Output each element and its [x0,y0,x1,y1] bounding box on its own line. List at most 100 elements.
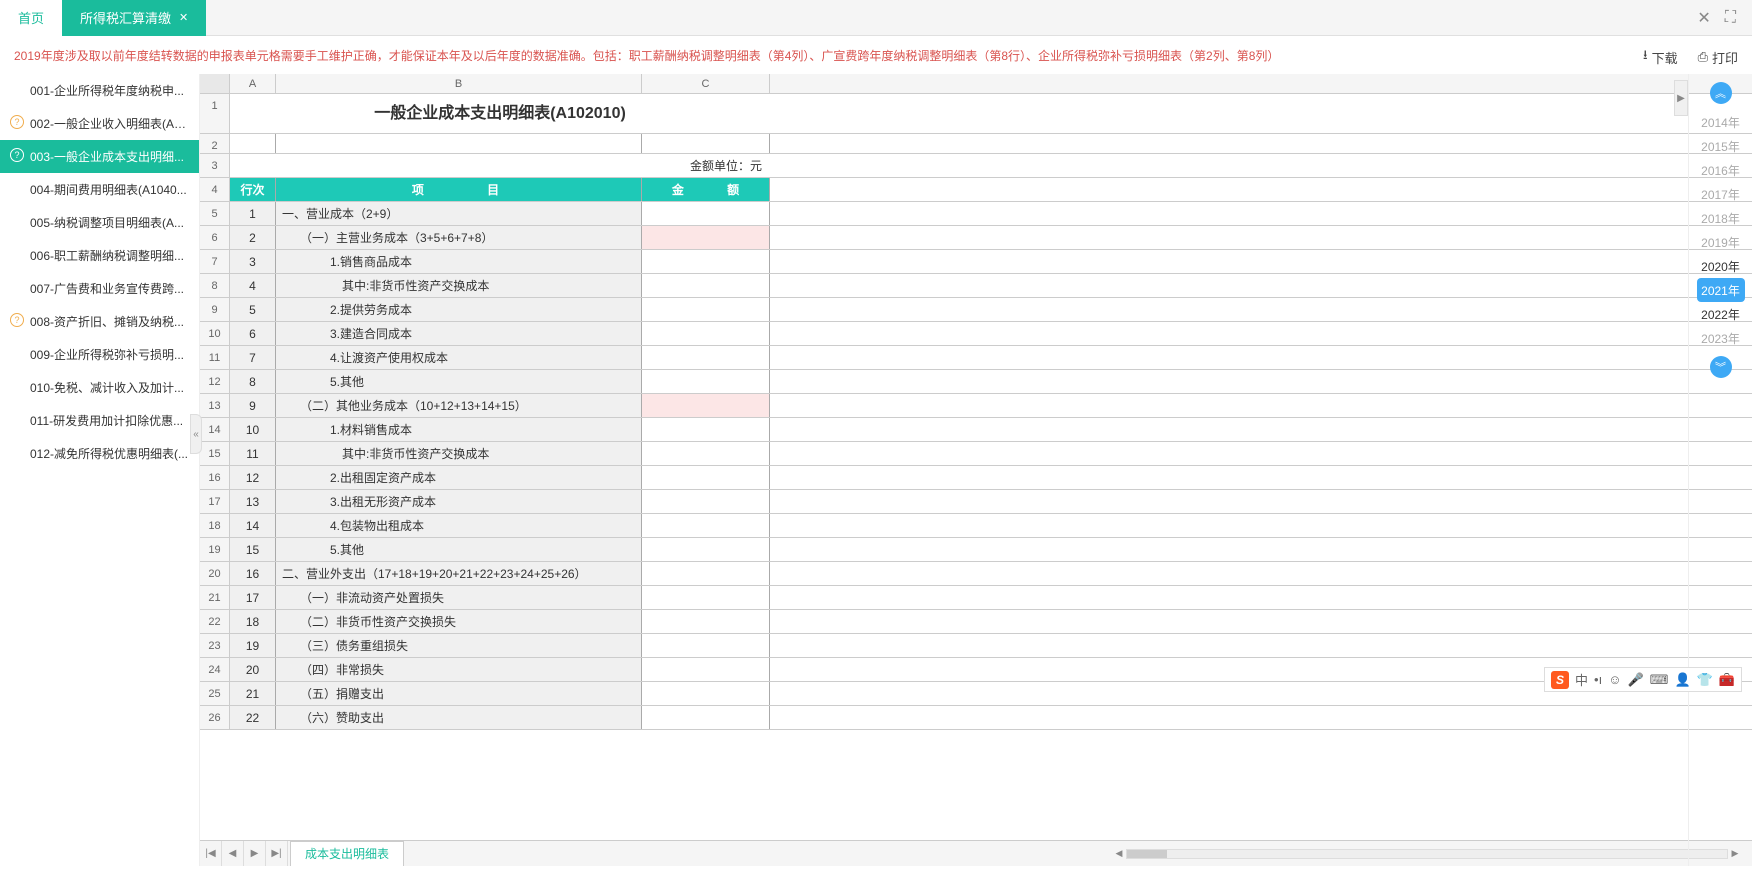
ime-toolbar[interactable]: S 中 •ı ☺ 🎤 ⌨ 👤 👕 🧰 [1544,667,1742,692]
row-header[interactable]: 12 [200,370,230,393]
ime-emoji-icon[interactable]: ☺ [1608,672,1621,687]
col-header-c[interactable]: C [642,74,770,93]
cell[interactable] [642,134,770,153]
tab-income-tax[interactable]: 所得税汇算清缴 ✕ [62,0,206,36]
cell-amount[interactable] [642,514,770,537]
row-header[interactable]: 2 [200,134,230,153]
right-panel-expand-icon[interactable]: ▶ [1674,80,1688,116]
row-header[interactable]: 13 [200,394,230,417]
col-header-a[interactable]: A [230,74,276,93]
ime-user-icon[interactable]: 👤 [1674,672,1690,688]
row-header[interactable]: 24 [200,658,230,681]
cell-amount[interactable] [642,658,770,681]
row-header[interactable]: 9 [200,298,230,321]
sidebar-item-10[interactable]: 011-研发费用加计扣除优惠... [0,404,199,437]
cell[interactable] [276,134,642,153]
ime-toolbox-icon[interactable]: 🧰 [1719,672,1735,688]
cell-amount[interactable] [642,298,770,321]
row-header[interactable]: 20 [200,562,230,585]
tab-home[interactable]: 首页 [0,0,62,36]
row-header[interactable]: 23 [200,634,230,657]
scroll-thumb[interactable] [1127,850,1167,858]
ime-lang[interactable]: 中 [1575,670,1588,689]
cell-amount[interactable] [642,586,770,609]
scroll-up-icon[interactable]: ︽ [1710,82,1732,104]
sidebar-collapse-handle[interactable]: « [190,414,202,454]
sidebar-item-0[interactable]: 001-企业所得税年度纳税申... [0,74,199,107]
cell-amount[interactable] [642,466,770,489]
row-header[interactable]: 7 [200,250,230,273]
row-header[interactable]: 17 [200,490,230,513]
row-header[interactable]: 6 [200,226,230,249]
close-icon[interactable]: ✕ [179,11,188,24]
cell-amount[interactable] [642,322,770,345]
sidebar-item-8[interactable]: 009-企业所得税弥补亏损明... [0,338,199,371]
sheet-nav-last-icon[interactable]: ▶| [266,841,288,867]
sidebar-item-1[interactable]: 002-一般企业收入明细表(A10... [0,107,199,140]
row-header[interactable]: 14 [200,418,230,441]
cell-amount[interactable] [642,202,770,225]
cell-amount[interactable] [642,610,770,633]
fullscreen-icon[interactable]: ⛶ [1725,9,1736,27]
sheet-nav-prev-icon[interactable]: ◀ [222,841,244,867]
cell-amount[interactable] [642,418,770,441]
year-2020年[interactable]: 2020年 [1697,254,1745,278]
row-header[interactable]: 10 [200,322,230,345]
cell-amount[interactable] [642,538,770,561]
cell-amount[interactable] [642,394,770,417]
row-header[interactable]: 16 [200,466,230,489]
scroll-down-icon[interactable]: ︾ [1710,356,1732,378]
sheet-nav-next-icon[interactable]: ▶ [244,841,266,867]
year-2021年[interactable]: 2021年 [1697,278,1745,302]
row-header[interactable]: 3 [200,154,230,177]
cell-amount[interactable] [642,346,770,369]
row-header[interactable]: 25 [200,682,230,705]
row-header[interactable]: 4 [200,178,230,201]
scroll-track[interactable] [1126,849,1728,859]
year-2022年[interactable]: 2022年 [1697,302,1745,326]
ime-keyboard-icon[interactable]: ⌨ [1650,672,1669,688]
row-header[interactable]: 11 [200,346,230,369]
cell-amount[interactable] [642,706,770,729]
cell-amount[interactable] [642,562,770,585]
window-close-icon[interactable]: ✕ [1697,8,1710,28]
row-header[interactable]: 21 [200,586,230,609]
sidebar-item-3[interactable]: 004-期间费用明细表(A1040... [0,173,199,206]
cell-amount[interactable] [642,634,770,657]
horizontal-scrollbar[interactable]: ◀ ▶ [1112,847,1752,861]
row-header[interactable]: 1 [200,94,230,133]
sidebar-item-5[interactable]: 006-职工薪酬纳税调整明细... [0,239,199,272]
row-header[interactable]: 22 [200,610,230,633]
sidebar-item-9[interactable]: 010-免税、减计收入及加计... [0,371,199,404]
sheet-nav-first-icon[interactable]: |◀ [200,841,222,867]
download-button[interactable]: ⭳ 下载 [1643,46,1678,68]
cell-amount[interactable] [642,226,770,249]
row-header[interactable]: 19 [200,538,230,561]
cell-amount[interactable] [642,442,770,465]
cell-amount[interactable] [642,682,770,705]
scroll-left-icon[interactable]: ◀ [1112,848,1126,859]
print-button[interactable]: ⎙ 打印 [1698,48,1738,67]
ime-logo-icon[interactable]: S [1551,671,1569,689]
sidebar-item-7[interactable]: 008-资产折旧、摊销及纳税... [0,305,199,338]
cell-amount[interactable] [642,274,770,297]
row-header[interactable]: 5 [200,202,230,225]
cell[interactable] [230,134,276,153]
ime-punct-icon[interactable]: •ı [1594,672,1602,687]
sidebar-item-4[interactable]: 005-纳税调整项目明细表(A... [0,206,199,239]
cell-amount[interactable] [642,370,770,393]
row-header[interactable]: 8 [200,274,230,297]
cell-amount[interactable] [642,250,770,273]
ime-mic-icon[interactable]: 🎤 [1627,672,1643,688]
row-header[interactable]: 26 [200,706,230,729]
row-header[interactable]: 15 [200,442,230,465]
sheet-tab[interactable]: 成本支出明细表 [290,841,404,866]
ime-skin-icon[interactable]: 👕 [1697,672,1713,688]
corner-cell[interactable] [200,74,230,93]
sidebar-item-2[interactable]: 003-一般企业成本支出明细... [0,140,199,173]
row-header[interactable]: 18 [200,514,230,537]
sidebar-item-6[interactable]: 007-广告费和业务宣传费跨... [0,272,199,305]
col-header-b[interactable]: B [276,74,642,93]
sidebar-item-11[interactable]: 012-减免所得税优惠明细表(... [0,437,199,470]
cell-amount[interactable] [642,490,770,513]
